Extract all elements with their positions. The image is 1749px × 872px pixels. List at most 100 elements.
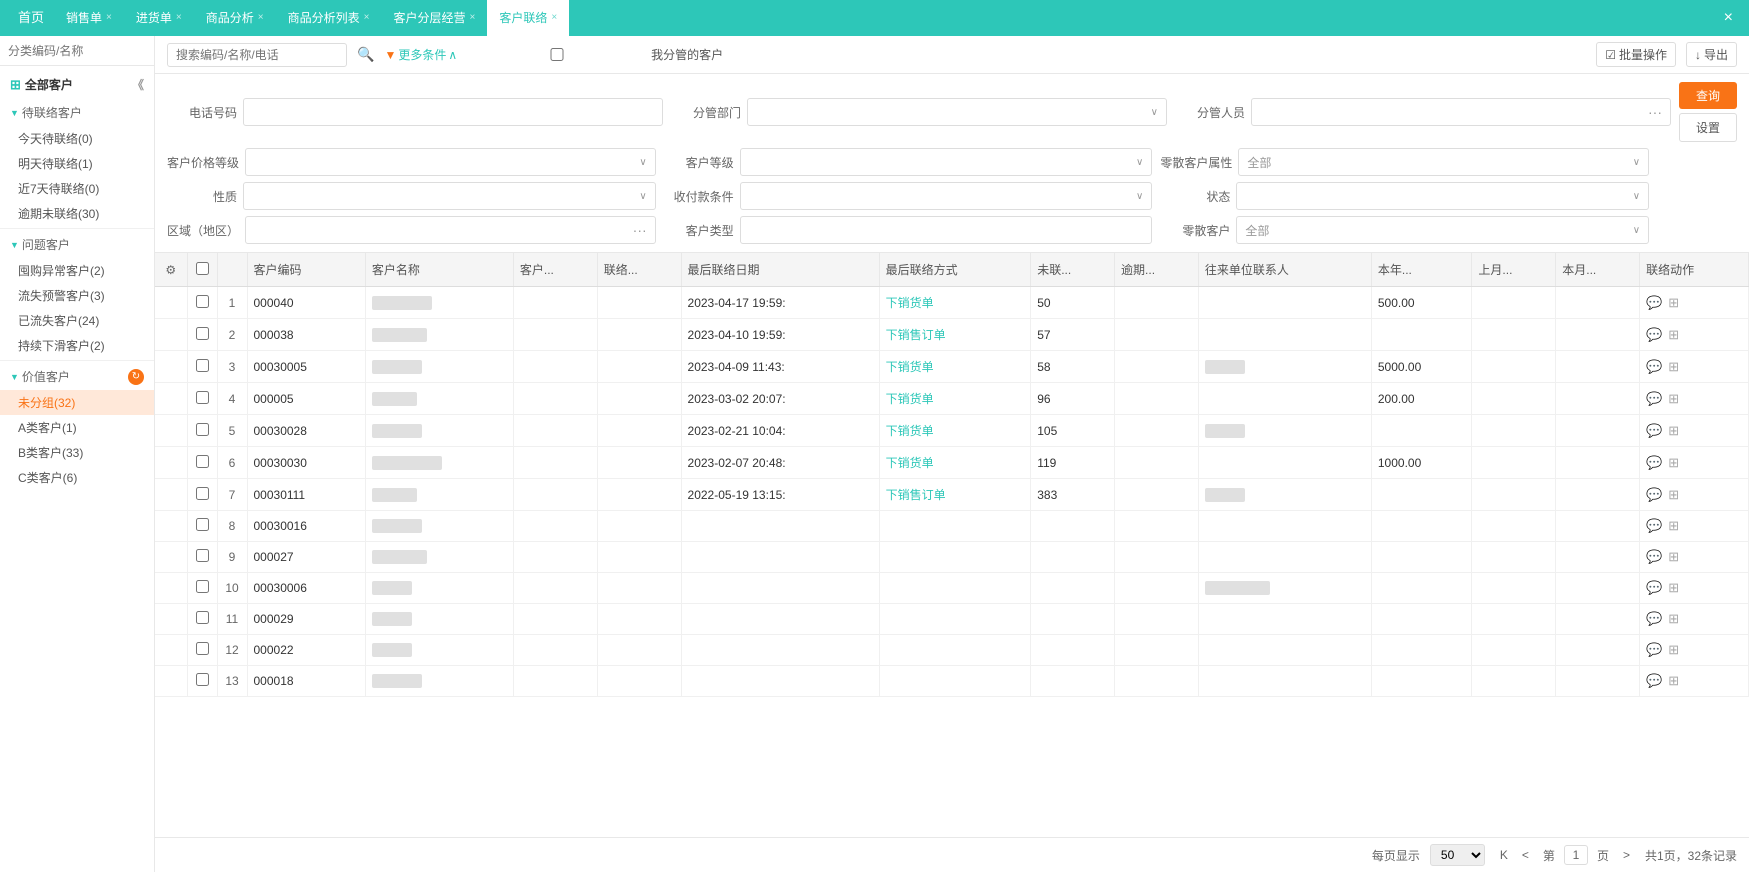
all-customers-header[interactable]: ⊞ 全部客户 《 xyxy=(0,70,154,99)
tab-product-analysis[interactable]: 商品分析 × xyxy=(194,0,276,36)
region-select[interactable]: ··· xyxy=(245,216,656,244)
grid-action-icon[interactable]: ⊞ xyxy=(1668,518,1679,534)
last-contact-type-link[interactable]: 下销货单 xyxy=(886,360,934,374)
retail-attr-select[interactable]: 全部 ∨ xyxy=(1238,148,1649,176)
sidebar-item-class-a[interactable]: A类客户(1) xyxy=(0,415,154,440)
name-column-header[interactable]: 客户名称 xyxy=(365,253,513,287)
row-checkbox[interactable] xyxy=(196,295,209,308)
customer-level-select[interactable]: ∨ xyxy=(740,148,1153,176)
last-contact-type-link[interactable]: 下销货单 xyxy=(886,456,934,470)
row-check[interactable] xyxy=(187,319,217,351)
grid-action-icon[interactable]: ⊞ xyxy=(1668,295,1679,311)
more-conditions-btn[interactable]: ▼ 更多条件 ∧ xyxy=(384,46,457,63)
chat-icon[interactable]: 💬 xyxy=(1646,518,1662,534)
table-wrapper[interactable]: ⚙ 客户编码 客户名称 客户... 联络... 最后联络日期 最后联络方式 未联… xyxy=(155,253,1749,837)
chat-icon[interactable]: 💬 xyxy=(1646,487,1662,503)
chat-icon[interactable]: 💬 xyxy=(1646,611,1662,627)
current-page-input[interactable]: 1 xyxy=(1564,845,1588,865)
row-check[interactable] xyxy=(187,447,217,479)
my-customers-checkbox[interactable]: 我分管的客户 xyxy=(467,46,723,63)
chat-icon[interactable]: 💬 xyxy=(1646,549,1662,565)
row-check[interactable] xyxy=(187,635,217,666)
sidebar-item-hoarding-abnormal[interactable]: 囤购异常客户(2) xyxy=(0,258,154,283)
customer-type-input[interactable] xyxy=(740,216,1153,244)
tab-product-analysis-list[interactable]: 商品分析列表 × xyxy=(276,0,382,36)
chat-icon[interactable]: 💬 xyxy=(1646,391,1662,407)
grid-action-icon[interactable]: ⊞ xyxy=(1668,455,1679,471)
grid-action-icon[interactable]: ⊞ xyxy=(1668,580,1679,596)
last-contact-type-link[interactable]: 下销货单 xyxy=(886,296,934,310)
grid-action-icon[interactable]: ⊞ xyxy=(1668,327,1679,343)
chat-icon[interactable]: 💬 xyxy=(1646,673,1662,689)
row-check[interactable] xyxy=(187,383,217,415)
settings-button[interactable]: 设置 xyxy=(1679,113,1737,142)
row-checkbox[interactable] xyxy=(196,642,209,655)
grid-action-icon[interactable]: ⊞ xyxy=(1668,391,1679,407)
last-contact-type-header[interactable]: 最后联络方式 xyxy=(879,253,1031,287)
row-checkbox[interactable] xyxy=(196,359,209,372)
export-btn[interactable]: ↓ 导出 xyxy=(1686,42,1737,67)
group-problem-customers[interactable]: ▼ 问题客户 xyxy=(0,231,154,258)
group-value-customers[interactable]: ▼ 价值客户 ↻ xyxy=(0,363,154,390)
close-purchase-order-icon[interactable]: × xyxy=(176,0,182,36)
retail-customer-select[interactable]: 全部 ∨ xyxy=(1236,216,1649,244)
sidebar-item-tomorrow-pending[interactable]: 明天待联络(1) xyxy=(0,151,154,176)
sidebar-item-class-c[interactable]: C类客户(6) xyxy=(0,465,154,490)
contact-person-header[interactable]: 往来单位联系人 xyxy=(1198,253,1371,287)
chat-icon[interactable]: 💬 xyxy=(1646,455,1662,471)
filter-search-icon[interactable]: 🔍 xyxy=(357,46,374,63)
chat-icon[interactable]: 💬 xyxy=(1646,359,1662,375)
row-check[interactable] xyxy=(187,415,217,447)
row-check[interactable] xyxy=(187,287,217,319)
last-contact-date-header[interactable]: 最后联络日期 xyxy=(681,253,879,287)
person-select[interactable]: ··· xyxy=(1251,98,1671,126)
check-column-header[interactable] xyxy=(187,253,217,287)
row-checkbox[interactable] xyxy=(196,611,209,624)
payment-select[interactable]: ∨ xyxy=(740,182,1153,210)
sidebar-item-declining[interactable]: 持续下滑客户(2) xyxy=(0,333,154,358)
row-checkbox[interactable] xyxy=(196,455,209,468)
close-product-analysis-icon[interactable]: × xyxy=(258,0,264,36)
chat-icon[interactable]: 💬 xyxy=(1646,327,1662,343)
tab-sales-order[interactable]: 销售单 × xyxy=(54,0,124,36)
row-check[interactable] xyxy=(187,573,217,604)
row-check[interactable] xyxy=(187,542,217,573)
sidebar-item-7days-pending[interactable]: 近7天待联络(0) xyxy=(0,176,154,201)
row-checkbox[interactable] xyxy=(196,391,209,404)
close-customer-contact-icon[interactable]: × xyxy=(551,0,557,36)
batch-operation-btn[interactable]: ☑ 批量操作 xyxy=(1596,42,1676,67)
status-select[interactable]: ∨ xyxy=(1236,182,1649,210)
phone-input[interactable] xyxy=(243,98,663,126)
last-contact-type-link[interactable]: 下销售订单 xyxy=(886,328,946,342)
close-customer-stratification-icon[interactable]: × xyxy=(469,0,475,36)
select-all-checkbox[interactable] xyxy=(196,262,209,275)
next-page-btn[interactable]: > xyxy=(1618,846,1635,864)
row-check[interactable] xyxy=(187,479,217,511)
grid-action-icon[interactable]: ⊞ xyxy=(1668,487,1679,503)
row-checkbox[interactable] xyxy=(196,580,209,593)
tab-customer-contact[interactable]: 客户联络 × xyxy=(487,0,569,36)
price-level-select[interactable]: ∨ xyxy=(245,148,656,176)
row-checkbox[interactable] xyxy=(196,487,209,500)
row-checkbox[interactable] xyxy=(196,423,209,436)
chat-icon[interactable]: 💬 xyxy=(1646,642,1662,658)
contact-column-header[interactable]: 联络... xyxy=(597,253,681,287)
sidebar-item-today-pending[interactable]: 今天待联络(0) xyxy=(0,126,154,151)
row-checkbox[interactable] xyxy=(196,518,209,531)
grid-action-icon[interactable]: ⊞ xyxy=(1668,642,1679,658)
nature-select[interactable]: ∨ xyxy=(243,182,656,210)
row-check[interactable] xyxy=(187,511,217,542)
grid-action-icon[interactable]: ⊞ xyxy=(1668,549,1679,565)
sidebar-item-churn-warning[interactable]: 流失预警客户(3) xyxy=(0,283,154,308)
group-pending-contact[interactable]: ▼ 待联络客户 xyxy=(0,99,154,126)
grid-action-icon[interactable]: ⊞ xyxy=(1668,359,1679,375)
close-product-analysis-list-icon[interactable]: × xyxy=(364,0,370,36)
last-contact-type-link[interactable]: 下销货单 xyxy=(886,392,934,406)
row-check[interactable] xyxy=(187,666,217,697)
page-size-select[interactable]: 50 20 100 xyxy=(1430,844,1485,866)
code-column-header[interactable]: 客户编码 xyxy=(247,253,365,287)
tab-customer-stratification[interactable]: 客户分层经营 × xyxy=(381,0,487,36)
settings-column-header[interactable]: ⚙ xyxy=(155,253,187,287)
no-contact-header[interactable]: 未联... xyxy=(1031,253,1115,287)
row-checkbox[interactable] xyxy=(196,549,209,562)
